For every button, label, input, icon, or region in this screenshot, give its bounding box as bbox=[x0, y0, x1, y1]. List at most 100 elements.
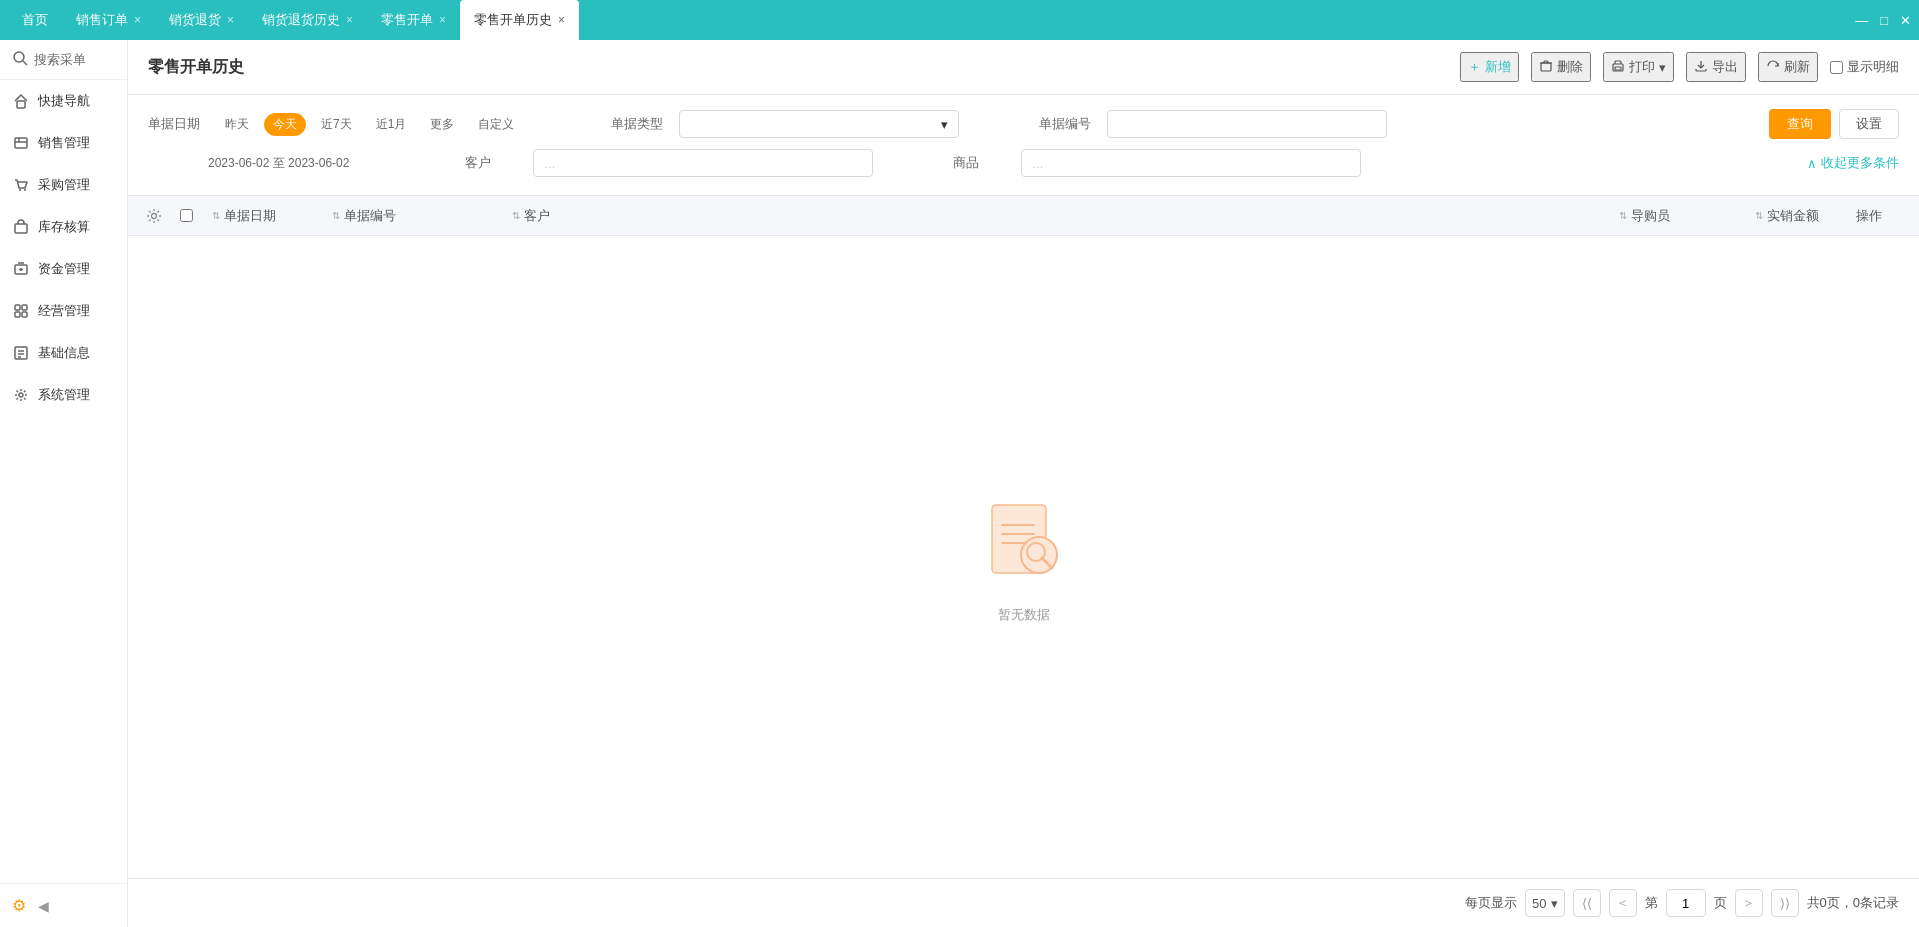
goods-filter-group: 商品 ... bbox=[953, 149, 1361, 177]
refresh-button[interactable]: 刷新 bbox=[1758, 52, 1818, 82]
date-filter-label: 单据日期 bbox=[148, 115, 208, 133]
filter-area: 单据日期 昨天 今天 近7天 近1月 更多 自定义 单据类型 ▾ bbox=[128, 95, 1919, 196]
display-detail-input[interactable] bbox=[1830, 61, 1843, 74]
window-controls: — □ ✕ bbox=[1855, 13, 1911, 28]
close-btn[interactable]: ✕ bbox=[1900, 13, 1911, 28]
th-guide-sort-icon: ⇅ bbox=[1619, 210, 1627, 221]
goods-label: 商品 bbox=[953, 154, 1013, 172]
per-page-select[interactable]: 50 ▾ bbox=[1525, 889, 1564, 917]
delete-button[interactable]: 删除 bbox=[1531, 52, 1591, 82]
sidebar-item-system-label: 系统管理 bbox=[38, 386, 90, 404]
svg-rect-24 bbox=[1615, 67, 1621, 70]
date-filter-group: 单据日期 昨天 今天 近7天 近1月 更多 自定义 bbox=[148, 113, 531, 136]
table-header-checkbox[interactable] bbox=[170, 209, 202, 222]
customer-label: 客户 bbox=[465, 154, 525, 172]
main-layout: 搜索采单 快捷导航 销售管理 采购管理 库存核算 bbox=[0, 40, 1919, 927]
empty-state: 暂无数据 bbox=[128, 236, 1919, 878]
doctype-select[interactable]: ▾ bbox=[679, 110, 959, 138]
goods-input[interactable]: ... bbox=[1021, 149, 1361, 177]
per-page-label: 每页显示 bbox=[1465, 894, 1517, 912]
th-guide[interactable]: ⇅ 导购员 bbox=[1609, 207, 1729, 225]
settings-button[interactable]: 设置 bbox=[1839, 109, 1899, 139]
sidebar-item-basicinfo[interactable]: 基础信息 bbox=[0, 332, 127, 374]
tab-sales-return-history[interactable]: 销货退货历史 × bbox=[248, 0, 367, 40]
svg-rect-21 bbox=[1541, 63, 1551, 71]
date-btn-yesterday[interactable]: 昨天 bbox=[216, 113, 258, 136]
per-page-value: 50 bbox=[1532, 896, 1546, 911]
sidebar-item-purchase[interactable]: 采购管理 bbox=[0, 164, 127, 206]
th-operation: 操作 bbox=[1829, 207, 1909, 225]
sidebar-item-finance[interactable]: 资金管理 bbox=[0, 248, 127, 290]
doctype-filter-group: 单据类型 ▾ bbox=[611, 110, 959, 138]
page-number-input[interactable] bbox=[1666, 889, 1706, 917]
sidebar-item-sales[interactable]: 销售管理 bbox=[0, 122, 127, 164]
date-btn-today[interactable]: 今天 bbox=[264, 113, 306, 136]
doctype-dropdown-icon: ▾ bbox=[941, 117, 948, 132]
last-page-btn[interactable]: ⟩⟩ bbox=[1771, 889, 1799, 917]
sidebar-item-quicknav[interactable]: 快捷导航 bbox=[0, 80, 127, 122]
svg-point-0 bbox=[14, 52, 24, 62]
th-date-sort-icon: ⇅ bbox=[212, 210, 220, 221]
print-dropdown-icon: ▾ bbox=[1659, 60, 1666, 75]
th-amount-sort-icon: ⇅ bbox=[1755, 210, 1763, 221]
first-page-btn[interactable]: ⟨⟨ bbox=[1573, 889, 1601, 917]
settings-icon[interactable]: ⚙ bbox=[12, 896, 26, 915]
date-range-display: 2023-06-02 至 2023-06-02 bbox=[208, 155, 349, 172]
display-detail-checkbox[interactable]: 显示明细 bbox=[1830, 58, 1899, 76]
tab-close-sales-return[interactable]: × bbox=[227, 13, 234, 27]
collapse-sidebar-icon[interactable]: ◀ bbox=[38, 898, 49, 914]
date-btn-1month[interactable]: 近1月 bbox=[367, 113, 416, 136]
sidebar-item-purchase-label: 采购管理 bbox=[38, 176, 90, 194]
print-button[interactable]: 打印 ▾ bbox=[1603, 52, 1674, 82]
content-area: 零售开单历史 ＋ 新增 删除 打印 ▾ bbox=[128, 40, 1919, 927]
th-customer-sort-icon: ⇅ bbox=[512, 210, 520, 221]
th-num[interactable]: ⇅ 单据编号 bbox=[322, 207, 502, 225]
select-all-checkbox[interactable] bbox=[180, 209, 193, 222]
sidebar-item-management[interactable]: 经营管理 bbox=[0, 290, 127, 332]
date-btn-custom[interactable]: 自定义 bbox=[469, 113, 523, 136]
print-icon bbox=[1611, 59, 1625, 76]
tab-close-sales-order[interactable]: × bbox=[134, 13, 141, 27]
export-icon bbox=[1694, 59, 1708, 76]
next-page-btn[interactable]: ＞ bbox=[1735, 889, 1763, 917]
date-btn-7days[interactable]: 近7天 bbox=[312, 113, 361, 136]
tab-close-retail-order[interactable]: × bbox=[439, 13, 446, 27]
tab-close-retail-history[interactable]: × bbox=[558, 13, 565, 27]
customer-filter-group: 客户 ... bbox=[465, 149, 873, 177]
svg-point-7 bbox=[24, 189, 26, 191]
table-settings-icon[interactable] bbox=[138, 208, 170, 224]
tab-retail-history[interactable]: 零售开单历史 × bbox=[460, 0, 579, 40]
filter-row-1: 单据日期 昨天 今天 近7天 近1月 更多 自定义 单据类型 ▾ bbox=[148, 109, 1899, 139]
prev-page-btn[interactable]: ＜ bbox=[1609, 889, 1637, 917]
customer-input[interactable]: ... bbox=[533, 149, 873, 177]
docnum-input[interactable] bbox=[1107, 110, 1387, 138]
tab-home[interactable]: + 新增 首页 bbox=[8, 0, 62, 40]
tab-retail-order[interactable]: 零售开单 × bbox=[367, 0, 460, 40]
svg-point-20 bbox=[19, 393, 23, 397]
empty-illustration bbox=[974, 490, 1074, 590]
per-page-dropdown-icon: ▾ bbox=[1551, 896, 1558, 911]
add-button[interactable]: ＋ 新增 bbox=[1460, 52, 1519, 82]
sidebar-item-system[interactable]: 系统管理 bbox=[0, 374, 127, 416]
sidebar-search[interactable]: 搜索采单 bbox=[0, 40, 127, 80]
date-btn-more[interactable]: 更多 bbox=[421, 113, 463, 136]
sidebar-item-management-label: 经营管理 bbox=[38, 302, 90, 320]
query-button[interactable]: 查询 bbox=[1769, 109, 1831, 139]
maximize-btn[interactable]: □ bbox=[1880, 13, 1888, 28]
sidebar-item-inventory[interactable]: 库存核算 bbox=[0, 206, 127, 248]
svg-point-25 bbox=[152, 213, 157, 218]
tab-close-sales-return-history[interactable]: × bbox=[346, 13, 353, 27]
purchase-icon bbox=[12, 176, 30, 194]
export-button[interactable]: 导出 bbox=[1686, 52, 1746, 82]
minimize-btn[interactable]: — bbox=[1855, 13, 1868, 28]
svg-rect-13 bbox=[22, 305, 27, 310]
th-amount[interactable]: ⇅ 实销金额 bbox=[1729, 207, 1829, 225]
svg-rect-8 bbox=[15, 224, 27, 233]
query-buttons: 查询 设置 bbox=[1769, 109, 1899, 139]
tab-sales-order[interactable]: 销售订单 × bbox=[62, 0, 155, 40]
th-date[interactable]: ⇅ 单据日期 bbox=[202, 207, 322, 225]
th-customer[interactable]: ⇅ 客户 bbox=[502, 207, 1609, 225]
total-info: 共0页，0条记录 bbox=[1807, 894, 1899, 912]
collapse-filter-btn[interactable]: ∧ 收起更多条件 bbox=[1807, 154, 1899, 172]
tab-sales-return[interactable]: 销货退货 × bbox=[155, 0, 248, 40]
